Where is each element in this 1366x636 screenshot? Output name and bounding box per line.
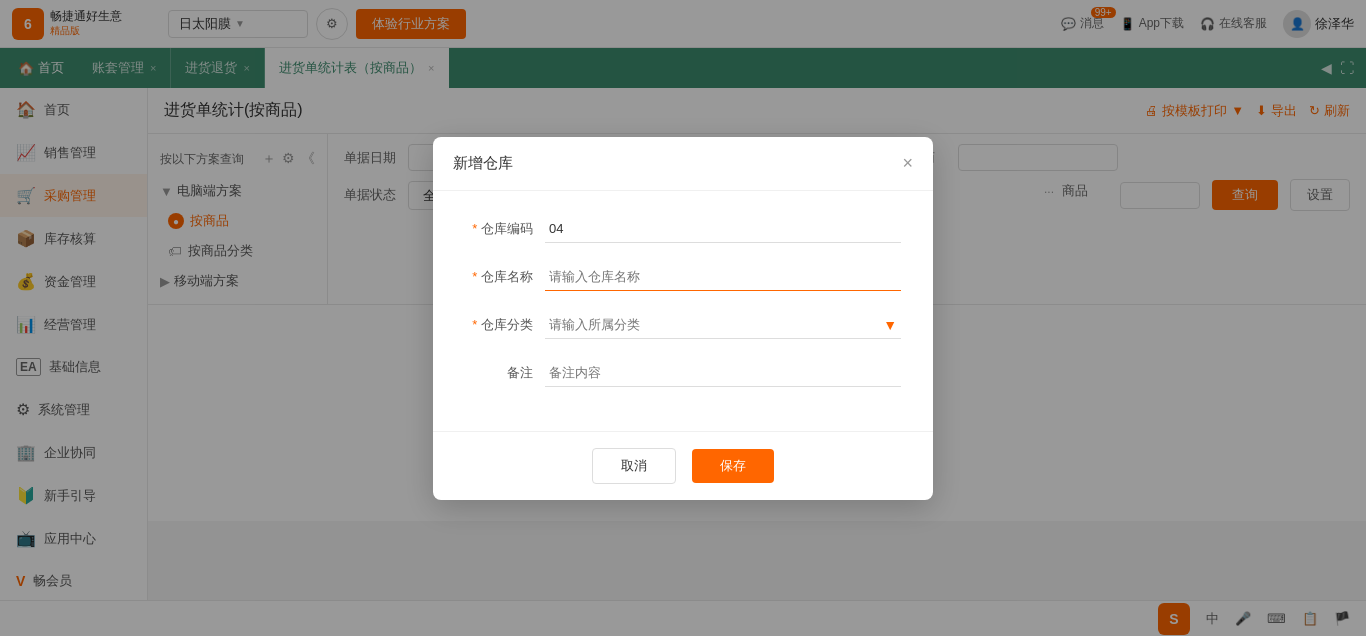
code-input[interactable] bbox=[545, 215, 901, 243]
dialog-title: 新增仓库 bbox=[453, 154, 513, 173]
dialog-body: 仓库编码 仓库名称 仓库分类 ▼ 备注 bbox=[433, 191, 933, 431]
category-chevron-icon: ▼ bbox=[883, 317, 897, 333]
category-wrapper: ▼ bbox=[545, 311, 901, 339]
name-input[interactable] bbox=[545, 263, 901, 291]
form-row-category: 仓库分类 ▼ bbox=[465, 311, 901, 339]
remark-label: 备注 bbox=[465, 364, 545, 382]
dialog-header: 新增仓库 × bbox=[433, 137, 933, 191]
cancel-button[interactable]: 取消 bbox=[592, 448, 676, 484]
category-input[interactable] bbox=[545, 311, 901, 339]
name-label: 仓库名称 bbox=[465, 268, 545, 286]
dialog-close-button[interactable]: × bbox=[902, 153, 913, 174]
dialog-footer: 取消 保存 bbox=[433, 431, 933, 500]
code-label: 仓库编码 bbox=[465, 220, 545, 238]
save-button[interactable]: 保存 bbox=[692, 449, 774, 483]
form-row-name: 仓库名称 bbox=[465, 263, 901, 291]
form-row-code: 仓库编码 bbox=[465, 215, 901, 243]
dialog-overlay[interactable]: 新增仓库 × 仓库编码 仓库名称 仓库分类 ▼ bbox=[0, 0, 1366, 636]
dialog: 新增仓库 × 仓库编码 仓库名称 仓库分类 ▼ bbox=[433, 137, 933, 500]
form-row-remark: 备注 bbox=[465, 359, 901, 387]
remark-input[interactable] bbox=[545, 359, 901, 387]
category-label: 仓库分类 bbox=[465, 316, 545, 334]
